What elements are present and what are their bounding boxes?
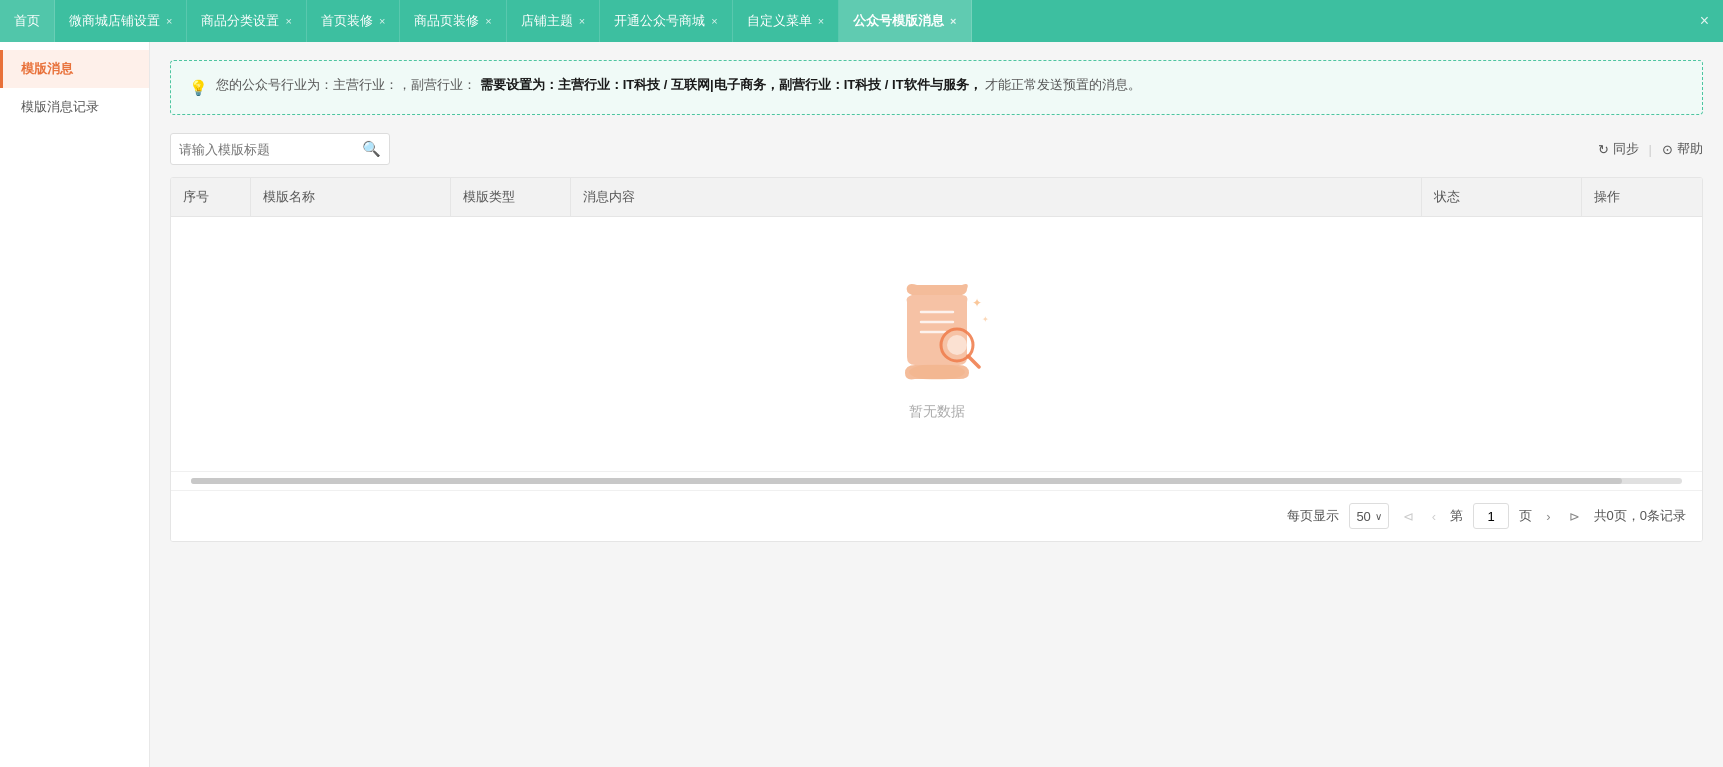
table-wrapper: 序号 模版名称 模版类型 消息内容 状态 操作 (170, 177, 1703, 542)
total-text: 共0页，0条记录 (1594, 507, 1686, 525)
empty-state: ✦ ✦ 暂无数据 (171, 217, 1702, 471)
per-page-select[interactable]: 50 ∨ (1349, 503, 1388, 529)
scrollbar-row (171, 471, 1702, 490)
svg-text:✦: ✦ (982, 315, 989, 324)
close-icon[interactable]: × (711, 15, 717, 27)
svg-point-5 (947, 335, 967, 355)
close-icon[interactable]: × (166, 15, 172, 27)
close-icon[interactable]: × (379, 15, 385, 27)
nav-tab-shop-settings[interactable]: 微商城店铺设置 × (55, 0, 187, 42)
nav-tab-template-msg-label: 公众号模版消息 (853, 12, 944, 30)
nav-tab-open-mall[interactable]: 开通公众号商城 × (600, 0, 732, 42)
close-icon[interactable]: × (285, 15, 291, 27)
page-first-button[interactable]: ⊲ (1399, 507, 1418, 526)
empty-icon: ✦ ✦ (877, 277, 997, 387)
col-content: 消息内容 (571, 178, 1422, 216)
table-header: 序号 模版名称 模版类型 消息内容 状态 操作 (171, 178, 1702, 217)
per-page-label: 每页显示 (1287, 507, 1339, 525)
nav-tab-home[interactable]: 首页 (0, 0, 55, 42)
sidebar: 模版消息 模版消息记录 (0, 42, 150, 767)
nav-tab-custom-menu[interactable]: 自定义菜单 × (733, 0, 839, 42)
close-icon[interactable]: × (579, 15, 585, 27)
page-label: 第 (1450, 507, 1463, 525)
nav-tab-custom-menu-label: 自定义菜单 (747, 12, 812, 30)
close-all-button[interactable]: × (1686, 12, 1723, 30)
col-name: 模版名称 (251, 178, 451, 216)
nav-tab-shop-settings-label: 微商城店铺设置 (69, 12, 160, 30)
page-last-button[interactable]: ⊳ (1565, 507, 1584, 526)
chevron-down-icon: ∨ (1375, 511, 1382, 522)
top-nav: 首页 微商城店铺设置 × 商品分类设置 × 首页装修 × 商品页装修 × 店铺主… (0, 0, 1723, 42)
svg-text:✦: ✦ (972, 296, 982, 310)
divider: | (1649, 142, 1652, 157)
nav-tab-product-decor-label: 商品页装修 (414, 12, 479, 30)
search-button[interactable]: 🔍 (362, 140, 381, 158)
notice-text: 您的公众号行业为：主营行业：，副营行业： 需要设置为：主营行业：IT科技 / 互… (216, 75, 1141, 96)
search-right-actions: ↻ 同步 | ⊙ 帮助 (1598, 140, 1703, 158)
notice-box: 💡 您的公众号行业为：主营行业：，副营行业： 需要设置为：主营行业：IT科技 /… (170, 60, 1703, 115)
content-area: 💡 您的公众号行业为：主营行业：，副营行业： 需要设置为：主营行业：IT科技 /… (150, 42, 1723, 767)
fake-scrollbar[interactable] (191, 478, 1682, 484)
search-bar: 🔍 ↻ 同步 | ⊙ 帮助 (170, 133, 1703, 165)
main-layout: 模版消息 模版消息记录 💡 您的公众号行业为：主营行业：，副营行业： 需要设置为… (0, 42, 1723, 767)
bulb-icon: 💡 (189, 76, 208, 100)
nav-tab-open-mall-label: 开通公众号商城 (614, 12, 705, 30)
nav-tab-shop-theme[interactable]: 店铺主题 × (507, 0, 600, 42)
page-next-button[interactable]: › (1542, 507, 1554, 526)
nav-tab-product-decor[interactable]: 商品页装修 × (400, 0, 506, 42)
col-index: 序号 (171, 178, 251, 216)
nav-tab-shop-theme-label: 店铺主题 (521, 12, 573, 30)
nav-tab-home-decor-label: 首页装修 (321, 12, 373, 30)
scrollbar-thumb (191, 478, 1622, 484)
search-input[interactable] (179, 142, 362, 157)
page-input[interactable] (1473, 503, 1509, 529)
pagination: 每页显示 50 ∨ ⊲ ‹ 第 页 › ⊳ 共0页，0条记录 (171, 490, 1702, 541)
nav-tab-home-decor[interactable]: 首页装修 × (307, 0, 400, 42)
svg-line-6 (968, 356, 979, 367)
page-prev-button[interactable]: ‹ (1428, 507, 1440, 526)
sync-button[interactable]: ↻ 同步 (1598, 140, 1639, 158)
empty-label: 暂无数据 (909, 403, 965, 421)
help-button[interactable]: ⊙ 帮助 (1662, 140, 1703, 158)
sidebar-item-template-record[interactable]: 模版消息记录 (0, 88, 149, 126)
help-icon: ⊙ (1662, 142, 1673, 157)
page-unit: 页 (1519, 507, 1532, 525)
col-status: 状态 (1422, 178, 1582, 216)
sidebar-item-template-msg[interactable]: 模版消息 (0, 50, 149, 88)
close-icon[interactable]: × (818, 15, 824, 27)
nav-tab-template-msg[interactable]: 公众号模版消息 × (839, 0, 971, 42)
nav-tab-product-category-label: 商品分类设置 (201, 12, 279, 30)
sync-icon: ↻ (1598, 142, 1609, 157)
col-type: 模版类型 (451, 178, 571, 216)
nav-tab-home-label: 首页 (14, 12, 40, 30)
search-input-wrapper: 🔍 (170, 133, 390, 165)
nav-tab-product-category[interactable]: 商品分类设置 × (187, 0, 306, 42)
col-action: 操作 (1582, 178, 1702, 216)
close-icon[interactable]: × (950, 15, 956, 27)
close-icon[interactable]: × (485, 15, 491, 27)
